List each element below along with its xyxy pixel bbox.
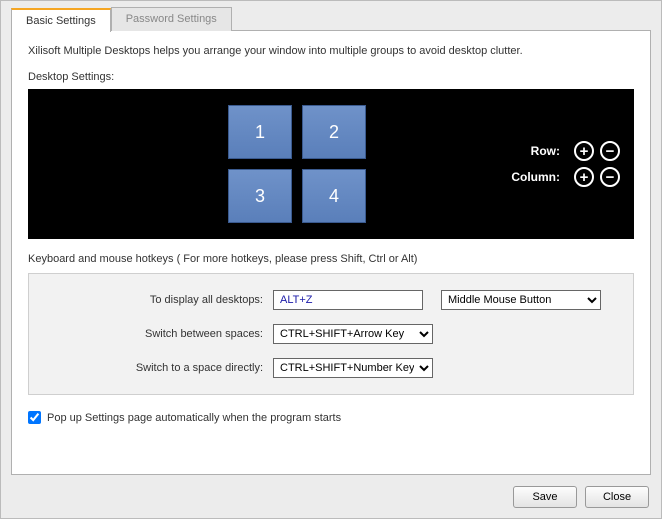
row-increase-button[interactable]: + [574, 141, 594, 161]
tab-basic-settings[interactable]: Basic Settings [11, 8, 111, 32]
row-label: Row: [531, 144, 560, 158]
display-all-hotkey-input[interactable] [273, 290, 423, 310]
popup-checkbox-row: Pop up Settings page automatically when … [28, 411, 634, 424]
intro-text: Xilisoft Multiple Desktops helps you arr… [28, 45, 634, 57]
column-increase-button[interactable]: + [574, 167, 594, 187]
desktop-settings-label: Desktop Settings: [28, 71, 634, 83]
tab-password-settings[interactable]: Password Settings [111, 7, 232, 31]
grid-size-controls: Row: + − Column: + − [511, 135, 620, 193]
desktop-tile-3[interactable]: 3 [228, 169, 292, 223]
desktop-tile-4[interactable]: 4 [302, 169, 366, 223]
column-label: Column: [511, 170, 560, 184]
popup-checkbox-label: Pop up Settings page automatically when … [47, 412, 341, 424]
desktop-grid: 1 2 3 4 [228, 105, 366, 223]
settings-window: Basic Settings Password Settings Xilisof… [0, 0, 662, 519]
close-button[interactable]: Close [585, 486, 649, 508]
desktop-tile-2[interactable]: 2 [302, 105, 366, 159]
desktop-tile-1[interactable]: 1 [228, 105, 292, 159]
switch-direct-label: Switch to a space directly: [43, 362, 273, 374]
save-button[interactable]: Save [513, 486, 577, 508]
switch-direct-select[interactable]: CTRL+SHIFT+Number Key [273, 358, 433, 378]
tab-content: Xilisoft Multiple Desktops helps you arr… [11, 30, 651, 475]
popup-startup-checkbox[interactable] [28, 411, 41, 424]
tab-bar: Basic Settings Password Settings [11, 7, 651, 31]
hotkeys-panel: To display all desktops: Middle Mouse Bu… [28, 273, 634, 395]
display-all-label: To display all desktops: [43, 294, 273, 306]
dialog-footer: Save Close [1, 476, 661, 518]
switch-spaces-label: Switch between spaces: [43, 328, 273, 340]
switch-spaces-select[interactable]: CTRL+SHIFT+Arrow Key [273, 324, 433, 344]
desktop-preview-panel: 1 2 3 4 Row: + − Column: + − [28, 89, 634, 239]
hotkeys-section-label: Keyboard and mouse hotkeys ( For more ho… [28, 253, 634, 265]
display-all-mouse-select[interactable]: Middle Mouse Button [441, 290, 601, 310]
column-decrease-button[interactable]: − [600, 167, 620, 187]
row-decrease-button[interactable]: − [600, 141, 620, 161]
